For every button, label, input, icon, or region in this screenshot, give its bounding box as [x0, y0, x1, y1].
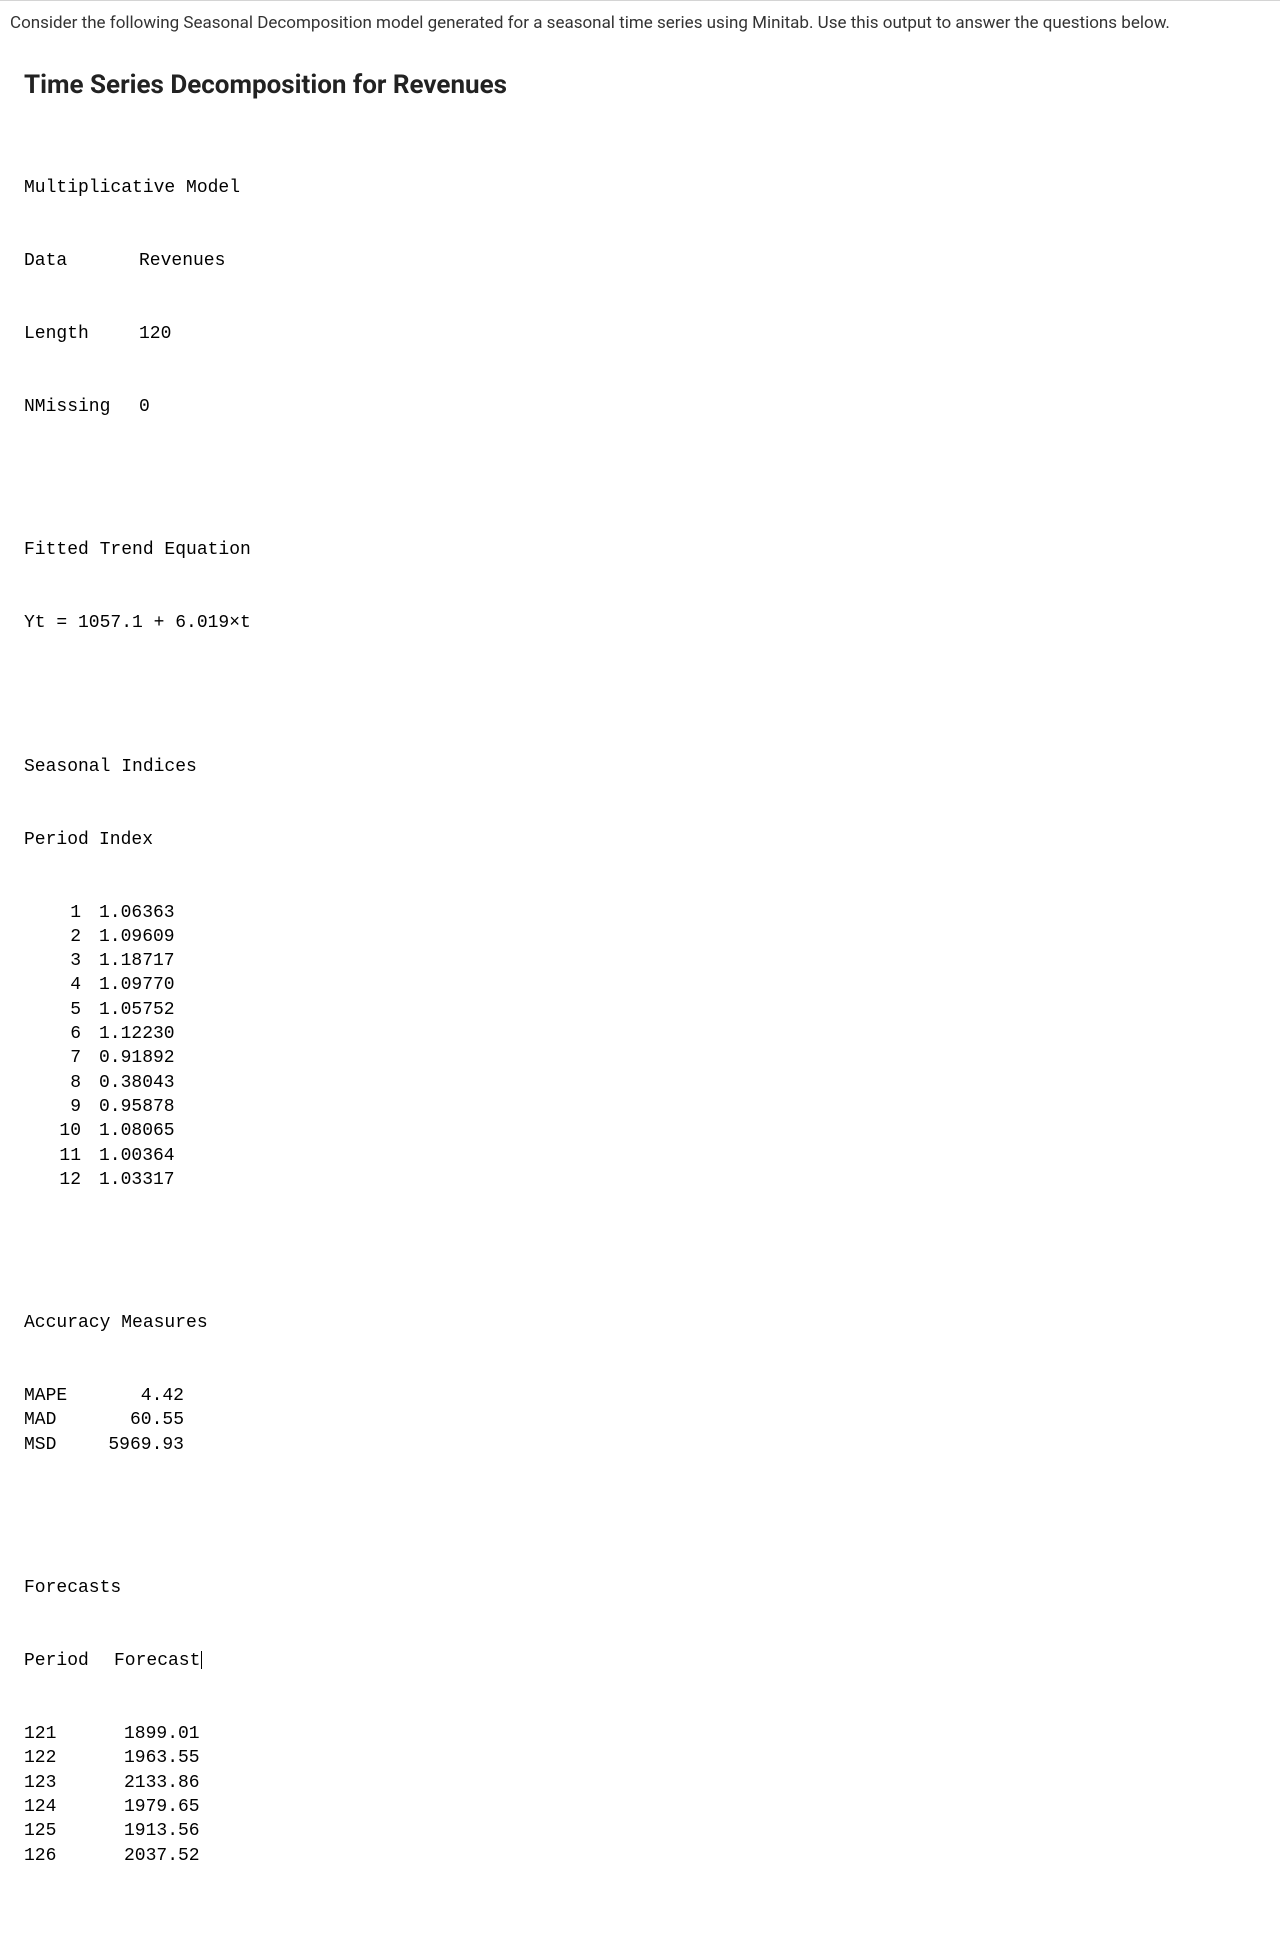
trend-equation: Yt = 1057.1 + 6.019×t	[24, 611, 1270, 635]
seasonal-row: 31.18717	[24, 949, 1270, 973]
forecast-value: 1899.01	[124, 1722, 200, 1746]
meta-length-label: Length	[24, 322, 139, 346]
seasonal-header-row: Period Index	[24, 828, 1270, 852]
seasonal-period: 5	[24, 998, 99, 1022]
seasonal-heading: Seasonal Indices	[24, 755, 1270, 779]
accuracy-label: MSD	[24, 1433, 84, 1457]
seasonal-index: 0.38043	[99, 1071, 175, 1095]
forecast-value: 2133.86	[124, 1771, 200, 1795]
document-content: Time Series Decomposition for Revenues M…	[0, 44, 1280, 1948]
seasonal-index: 1.09609	[99, 925, 175, 949]
seasonal-row: 11.06363	[24, 901, 1270, 925]
seasonal-index: 1.03317	[99, 1168, 175, 1192]
accuracy-label: MAD	[24, 1408, 84, 1432]
forecast-value: 1913.56	[124, 1819, 200, 1843]
model-type: Multiplicative Model	[24, 176, 1270, 200]
seasonal-period: 7	[24, 1046, 99, 1070]
accuracy-rows: MAPE4.42MAD60.55MSD5969.93	[24, 1384, 1270, 1457]
seasonal-section: Seasonal Indices Period Index 11.0636321…	[24, 706, 1270, 1241]
seasonal-row: 90.95878	[24, 1095, 1270, 1119]
seasonal-period: 2	[24, 925, 99, 949]
forecast-period: 124	[24, 1795, 124, 1819]
seasonal-index: 0.91892	[99, 1046, 175, 1070]
seasonal-row: 21.09609	[24, 925, 1270, 949]
model-meta-section: Multiplicative Model Data Revenues Lengt…	[24, 128, 1270, 468]
seasonal-index: 1.18717	[99, 949, 175, 973]
forecast-period: 121	[24, 1722, 124, 1746]
accuracy-section: Accuracy Measures MAPE4.42MAD60.55MSD596…	[24, 1263, 1270, 1506]
trend-heading: Fitted Trend Equation	[24, 538, 1270, 562]
accuracy-value: 4.42	[84, 1384, 184, 1408]
seasonal-period: 4	[24, 973, 99, 997]
seasonal-index: 1.08065	[99, 1119, 175, 1143]
accuracy-row: MAD60.55	[24, 1408, 1270, 1432]
meta-nmissing-label: NMissing	[24, 395, 139, 419]
forecast-value: 1963.55	[124, 1746, 200, 1770]
text-cursor	[201, 1651, 202, 1669]
seasonal-rows: 11.0636321.0960931.1871741.0977051.05752…	[24, 901, 1270, 1193]
forecasts-col-period: Period	[24, 1649, 114, 1673]
seasonal-period: 11	[24, 1144, 99, 1168]
forecast-value: 2037.52	[124, 1844, 200, 1868]
instruction-text: Consider the following Seasonal Decompos…	[0, 1, 1280, 44]
forecast-row: 1232133.86	[24, 1771, 1270, 1795]
meta-nmissing-row: NMissing 0	[24, 395, 1270, 419]
meta-length-row: Length 120	[24, 322, 1270, 346]
forecast-period: 126	[24, 1844, 124, 1868]
trend-section: Fitted Trend Equation Yt = 1057.1 + 6.01…	[24, 490, 1270, 684]
meta-data-label: Data	[24, 249, 139, 273]
forecasts-header-row: Period Forecast	[24, 1649, 1270, 1673]
seasonal-row: 80.38043	[24, 1071, 1270, 1095]
forecast-row: 1221963.55	[24, 1746, 1270, 1770]
page-title: Time Series Decomposition for Revenues	[24, 70, 1270, 100]
forecasts-heading: Forecasts	[24, 1576, 1270, 1600]
seasonal-col-index: Index	[99, 828, 153, 852]
seasonal-row: 51.05752	[24, 998, 1270, 1022]
seasonal-index: 1.05752	[99, 998, 175, 1022]
seasonal-period: 6	[24, 1022, 99, 1046]
meta-length-value: 120	[139, 322, 171, 346]
forecast-rows: 1211899.011221963.551232133.861241979.65…	[24, 1722, 1270, 1868]
seasonal-index: 1.09770	[99, 973, 175, 997]
seasonal-row: 101.08065	[24, 1119, 1270, 1143]
seasonal-period: 8	[24, 1071, 99, 1095]
seasonal-row: 61.12230	[24, 1022, 1270, 1046]
forecast-period: 123	[24, 1771, 124, 1795]
meta-nmissing-value: 0	[139, 395, 150, 419]
seasonal-period: 9	[24, 1095, 99, 1119]
seasonal-row: 41.09770	[24, 973, 1270, 997]
accuracy-row: MSD5969.93	[24, 1433, 1270, 1457]
accuracy-row: MAPE4.42	[24, 1384, 1270, 1408]
forecast-row: 1241979.65	[24, 1795, 1270, 1819]
meta-data-row: Data Revenues	[24, 249, 1270, 273]
forecast-period: 122	[24, 1746, 124, 1770]
seasonal-period: 12	[24, 1168, 99, 1192]
accuracy-value: 60.55	[84, 1408, 184, 1432]
seasonal-index: 0.95878	[99, 1095, 175, 1119]
forecast-period: 125	[24, 1819, 124, 1843]
forecast-row: 1211899.01	[24, 1722, 1270, 1746]
forecast-value: 1979.65	[124, 1795, 200, 1819]
forecast-row: 1262037.52	[24, 1844, 1270, 1868]
accuracy-label: MAPE	[24, 1384, 84, 1408]
seasonal-col-period: Period	[24, 828, 99, 852]
seasonal-row: 121.03317	[24, 1168, 1270, 1192]
accuracy-heading: Accuracy Measures	[24, 1311, 1270, 1335]
forecast-row: 1251913.56	[24, 1819, 1270, 1843]
seasonal-row: 70.91892	[24, 1046, 1270, 1070]
seasonal-index: 1.12230	[99, 1022, 175, 1046]
seasonal-row: 111.00364	[24, 1144, 1270, 1168]
accuracy-value: 5969.93	[84, 1433, 184, 1457]
seasonal-index: 1.06363	[99, 901, 175, 925]
seasonal-period: 10	[24, 1119, 99, 1143]
seasonal-period: 1	[24, 901, 99, 925]
forecasts-section: Forecasts Period Forecast 1211899.011221…	[24, 1528, 1270, 1917]
seasonal-index: 1.00364	[99, 1144, 175, 1168]
forecasts-col-forecast: Forecast	[114, 1649, 202, 1673]
meta-data-value: Revenues	[139, 249, 225, 273]
seasonal-period: 3	[24, 949, 99, 973]
